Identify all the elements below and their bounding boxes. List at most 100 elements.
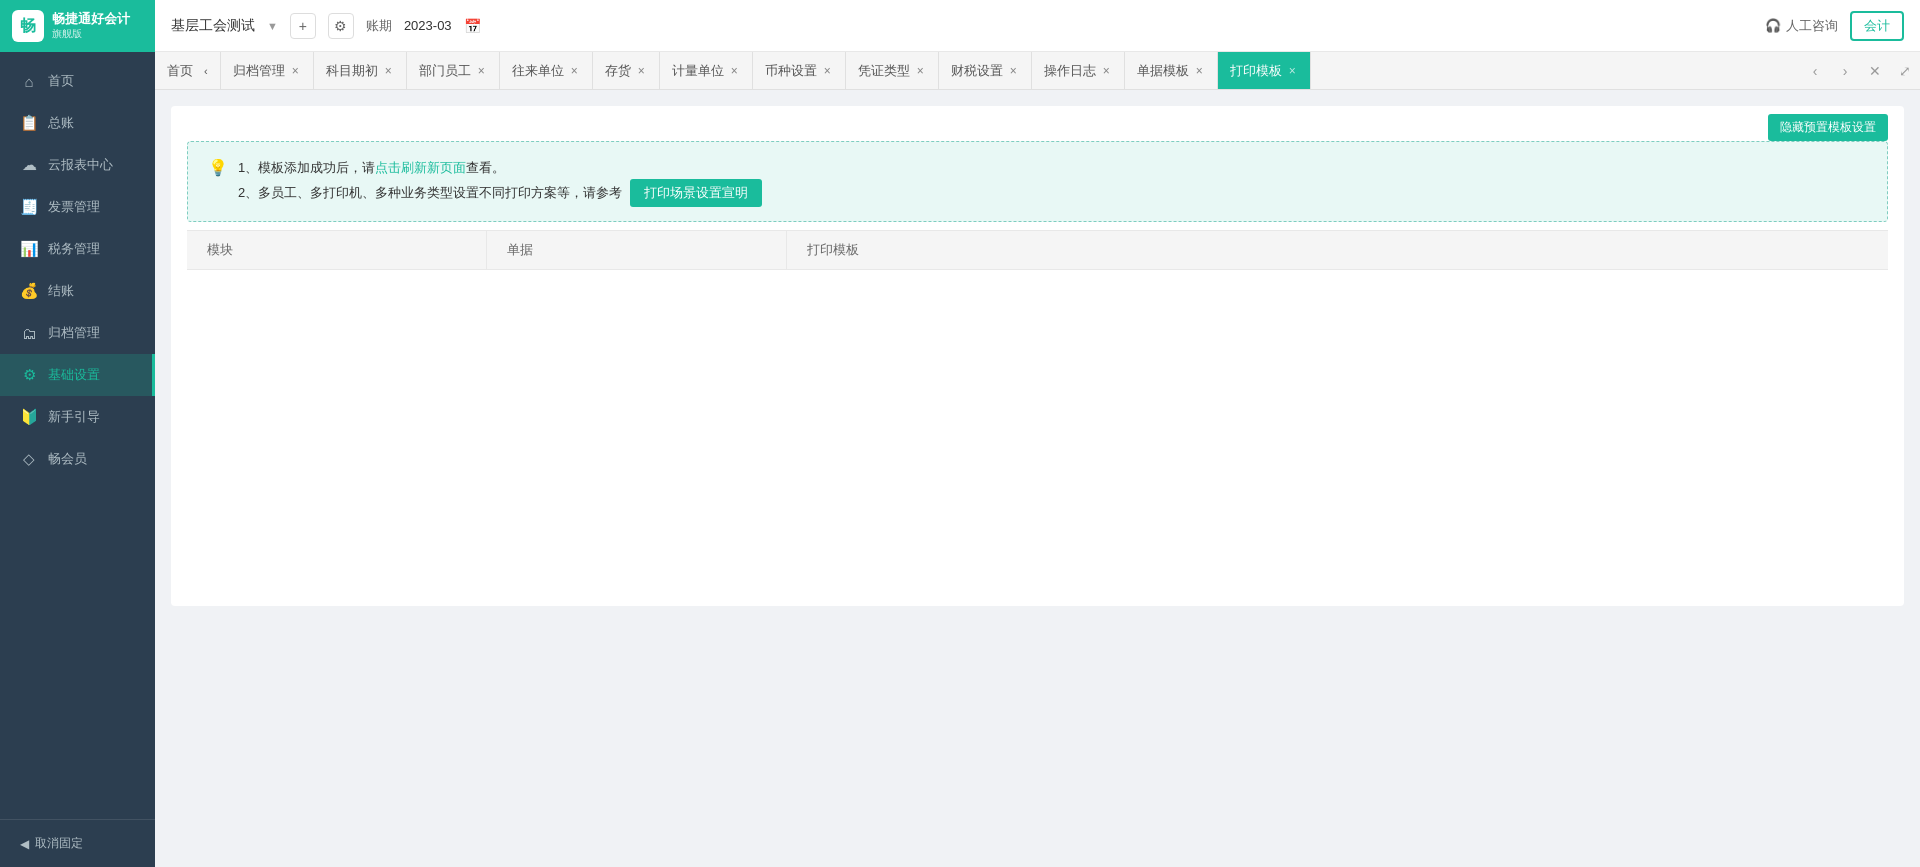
logo-subtitle: 旗舰版 <box>52 27 130 41</box>
sidebar-item-ledger[interactable]: 📋 总账 <box>0 102 155 144</box>
tab-currency[interactable]: 币种设置 × <box>753 52 846 90</box>
sidebar-item-archive[interactable]: 🗂 归档管理 <box>0 312 155 354</box>
sidebar-footer[interactable]: ◀ 取消固定 <box>0 819 155 867</box>
col-document-header: 单据 <box>487 231 787 269</box>
tab-label-printtemplate: 打印模板 <box>1230 62 1282 80</box>
settings-icon[interactable]: ⚙ <box>328 13 354 39</box>
tab-close-inventory[interactable]: × <box>636 62 647 80</box>
tab-label-currency: 币种设置 <box>765 62 817 80</box>
checkout-icon: 💰 <box>20 282 38 300</box>
support-label: 人工咨询 <box>1786 17 1838 35</box>
tab-printtemplate[interactable]: 打印模板 × <box>1218 52 1311 90</box>
sidebar-item-label-settings: 基础设置 <box>48 366 100 384</box>
tab-subject[interactable]: 科目期初 × <box>314 52 407 90</box>
period-value: 2023-03 <box>404 18 452 33</box>
tab-label-department: 部门员工 <box>419 62 471 80</box>
sidebar-item-member[interactable]: ◇ 畅会员 <box>0 438 155 480</box>
sidebar-item-invoice[interactable]: 🧾 发票管理 <box>0 186 155 228</box>
sidebar-item-checkout[interactable]: 💰 结账 <box>0 270 155 312</box>
tab-singledoc[interactable]: 单据模板 × <box>1125 52 1218 90</box>
notice-line2-pre: 2、多员工、多打印机、多种业务类型设置不同打印方案等，请参考 <box>238 185 622 200</box>
sidebar-item-label-tax: 税务管理 <box>48 240 100 258</box>
sidebar-nav: ⌂ 首页 📋 总账 ☁ 云报表中心 🧾 发票管理 📊 税务管理 💰 结账 🗂 归… <box>0 52 155 819</box>
notice-line1-link[interactable]: 点击刷新新页面 <box>375 160 466 175</box>
company-dropdown-icon[interactable]: ▼ <box>267 20 278 32</box>
tab-close-all[interactable]: ✕ <box>1860 52 1890 90</box>
tab-home[interactable]: 首页 ‹ <box>155 52 221 90</box>
notice-line1-post: 查看。 <box>466 160 505 175</box>
tab-close-unit[interactable]: × <box>729 62 740 80</box>
tab-close-currency[interactable]: × <box>822 62 833 80</box>
tab-label-singledoc: 单据模板 <box>1137 62 1189 80</box>
tab-taxsettings[interactable]: 财税设置× <box>939 52 1032 90</box>
tab-close-printtemplate[interactable]: × <box>1287 62 1298 80</box>
add-tab-button[interactable]: + <box>290 13 316 39</box>
tab-close-archive[interactable]: × <box>290 62 301 80</box>
bulb-icon: 💡 <box>208 158 228 177</box>
tab-close-subject[interactable]: × <box>383 62 394 80</box>
tab-label-voucher: 凭证类型 <box>858 62 910 80</box>
notice-line-1: 1、模板添加成功后，请点击刷新新页面查看。 <box>238 156 1867 179</box>
account-button[interactable]: 会计 <box>1850 11 1904 41</box>
tab-unit[interactable]: 计量单位 × <box>660 52 753 90</box>
header-right: 🎧 人工咨询 会计 <box>1765 11 1904 41</box>
sidebar-item-reports[interactable]: ☁ 云报表中心 <box>0 144 155 186</box>
tab-close-supplier[interactable]: × <box>569 62 580 80</box>
tab-supplier[interactable]: 往来单位× <box>500 52 593 90</box>
sidebar-item-tax[interactable]: 📊 税务管理 <box>0 228 155 270</box>
sidebar-item-label-archive: 归档管理 <box>48 324 100 342</box>
unpin-label: 取消固定 <box>35 835 83 852</box>
hide-template-button[interactable]: 隐藏预置模板设置 <box>1768 114 1888 141</box>
main-area: 基层工会测试 ▼ + ⚙ 账期 2023-03 📅 🎧 人工咨询 会计 首页 ‹ 归… <box>155 0 1920 867</box>
tab-department[interactable]: 部门员工 × <box>407 52 500 90</box>
table-area: 模块 单据 打印模板 <box>187 230 1888 270</box>
tab-label-home: 首页 <box>167 62 193 80</box>
sidebar-item-label-reports: 云报表中心 <box>48 156 113 174</box>
tab-close-voucher[interactable]: × <box>915 62 926 80</box>
content-area: 隐藏预置模板设置 💡 1、模板添加成功后，请点击刷新新页面查看。 2、多员工、多… <box>155 90 1920 867</box>
tab-close-oplog[interactable]: × <box>1101 62 1112 80</box>
tab-label-archive: 归档管理 <box>233 62 285 80</box>
top-right-actions: 隐藏预置模板设置 <box>171 106 1904 141</box>
tab-close-department[interactable]: × <box>476 62 487 80</box>
tab-close-singledoc[interactable]: × <box>1194 62 1205 80</box>
support-button[interactable]: 🎧 人工咨询 <box>1765 17 1838 35</box>
notice-line-2: 2、多员工、多打印机、多种业务类型设置不同打印方案等，请参考 打印场景设置宣明 <box>238 179 1867 207</box>
tab-inventory[interactable]: 存货 × <box>593 52 660 90</box>
tab-label-unit: 计量单位 <box>672 62 724 80</box>
notice-bar: 💡 1、模板添加成功后，请点击刷新新页面查看。 2、多员工、多打印机、多种业务类… <box>187 141 1888 222</box>
headset-icon: 🎧 <box>1765 18 1781 33</box>
tab-voucher[interactable]: 凭证类型 × <box>846 52 939 90</box>
table-header: 模块 单据 打印模板 <box>187 230 1888 270</box>
sidebar-item-settings[interactable]: ⚙ 基础设置 <box>0 354 155 396</box>
settings-icon: ⚙ <box>20 366 38 384</box>
archive-icon: 🗂 <box>20 325 38 342</box>
print-scene-button[interactable]: 打印场景设置宣明 <box>630 179 762 207</box>
tab-label-subject: 科目期初 <box>326 62 378 80</box>
company-name: 基层工会测试 <box>171 17 255 35</box>
tab-oplog[interactable]: 操作日志× <box>1032 52 1125 90</box>
home-nav-left[interactable]: ‹ <box>204 65 208 77</box>
ledger-icon: 📋 <box>20 114 38 132</box>
tab-close-taxsettings[interactable]: × <box>1008 62 1019 80</box>
tab-expand[interactable]: ⤢ <box>1890 52 1920 90</box>
sidebar-item-label-invoice: 发票管理 <box>48 198 100 216</box>
member-icon: ◇ <box>20 450 38 468</box>
tab-actions: ‹ › ✕ ⤢ <box>1800 52 1920 90</box>
sidebar-item-home[interactable]: ⌂ 首页 <box>0 60 155 102</box>
guide-icon: 🔰 <box>20 408 38 426</box>
tab-archive[interactable]: 归档管理 × <box>221 52 314 90</box>
sidebar-item-guide[interactable]: 🔰 新手引导 <box>0 396 155 438</box>
invoice-icon: 🧾 <box>20 198 38 216</box>
sidebar: 畅 畅捷通好会计 旗舰版 ⌂ 首页 📋 总账 ☁ 云报表中心 🧾 发票管理 📊 … <box>0 0 155 867</box>
sidebar-item-label-ledger: 总账 <box>48 114 74 132</box>
tab-label-inventory: 存货 <box>605 62 631 80</box>
sidebar-item-label-guide: 新手引导 <box>48 408 100 426</box>
sidebar-item-label-home: 首页 <box>48 72 74 90</box>
tab-nav-next[interactable]: › <box>1830 52 1860 90</box>
notice-text: 1、模板添加成功后，请点击刷新新页面查看。 2、多员工、多打印机、多种业务类型设… <box>238 156 1867 207</box>
sidebar-logo: 畅 畅捷通好会计 旗舰版 <box>0 0 155 52</box>
top-header: 基层工会测试 ▼ + ⚙ 账期 2023-03 📅 🎧 人工咨询 会计 <box>155 0 1920 52</box>
calendar-icon[interactable]: 📅 <box>464 18 481 34</box>
tab-nav-prev[interactable]: ‹ <box>1800 52 1830 90</box>
